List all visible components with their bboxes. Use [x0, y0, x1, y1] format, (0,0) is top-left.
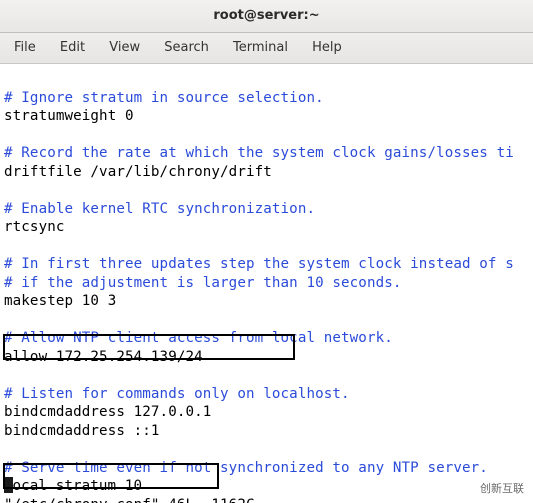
- config-line: bindcmdaddress ::1: [4, 423, 160, 439]
- config-line: stratumweight 0: [4, 108, 134, 124]
- menu-search[interactable]: Search: [154, 33, 219, 63]
- window-title: root@server:~: [0, 0, 533, 33]
- menu-view[interactable]: View: [99, 33, 150, 63]
- menu-edit[interactable]: Edit: [50, 33, 95, 63]
- comment-line: # In first three updates step the system…: [4, 256, 514, 272]
- config-line-local: ocal stratum 10: [13, 478, 143, 494]
- config-line: makestep 10 3: [4, 293, 116, 309]
- menu-terminal[interactable]: Terminal: [223, 33, 298, 63]
- terminal-cursor: [4, 477, 13, 493]
- comment-line: # Listen for commands only on localhost.: [4, 386, 350, 402]
- comment-line: # if the adjustment is larger than 10 se…: [4, 275, 402, 291]
- menubar: File Edit View Search Terminal Help: [0, 33, 533, 64]
- config-line-allow: allow 172.25.254.139/24: [4, 349, 203, 365]
- comment-line: # Ignore stratum in source selection.: [4, 90, 324, 106]
- menu-help[interactable]: Help: [302, 33, 352, 63]
- menu-file[interactable]: File: [4, 33, 46, 63]
- watermark: 创新互联: [477, 479, 527, 497]
- comment-line: # Record the rate at which the system cl…: [4, 145, 514, 161]
- config-line: rtcsync: [4, 219, 65, 235]
- config-line: bindcmdaddress 127.0.0.1: [4, 404, 211, 420]
- comment-line: # Enable kernel RTC synchronization.: [4, 201, 315, 217]
- config-line: driftfile /var/lib/chrony/drift: [4, 164, 272, 180]
- comment-line: # Allow NTP client access from local net…: [4, 330, 393, 346]
- comment-line: # Serve time even if not synchronized to…: [4, 460, 488, 476]
- terminal-viewport[interactable]: # Ignore stratum in source selection. st…: [0, 64, 533, 503]
- vim-status-line: "/etc/chrony.conf" 46L, 1162C: [4, 497, 255, 503]
